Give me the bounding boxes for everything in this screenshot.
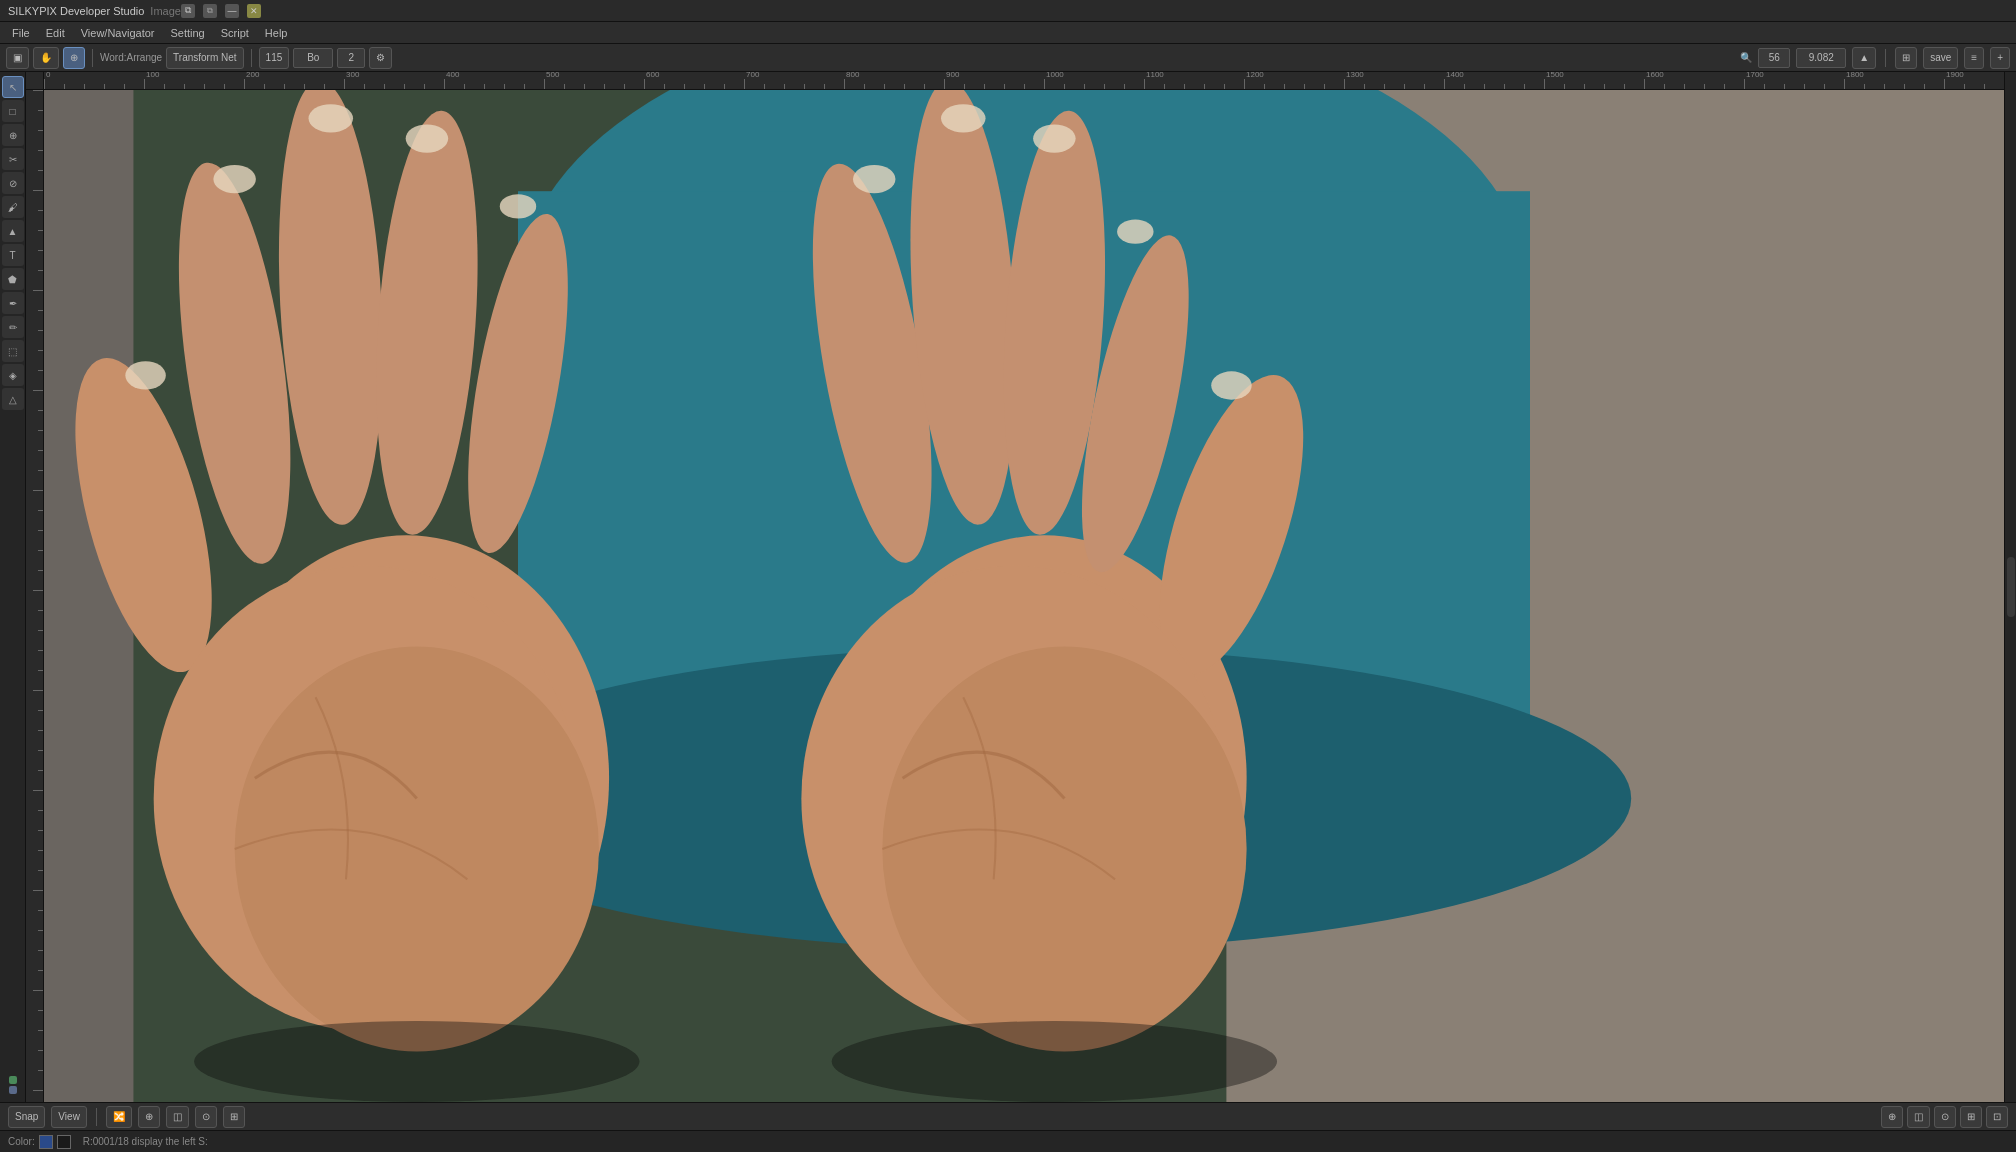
options-bar: ▣ ✋ ⊕ Word:Arrange Transform Net 115 ⚙ 🔍…	[0, 44, 2016, 72]
right-panel	[2004, 72, 2016, 1102]
menu-setting[interactable]: Setting	[162, 25, 212, 41]
info-section: R:0001/18 display the left S:	[83, 1136, 208, 1147]
zoom-input[interactable]	[1758, 48, 1790, 68]
maximize-button[interactable]: ⧉	[203, 4, 217, 18]
app-title: SILKYPIX Developer Studio	[8, 5, 144, 17]
color-label: Color:	[8, 1136, 35, 1147]
app-subtitle: Image	[150, 5, 181, 17]
crop-btn[interactable]: ✂	[2, 148, 24, 170]
value-input[interactable]	[1796, 48, 1846, 68]
menu-edit[interactable]: Edit	[38, 25, 73, 41]
svg-point-33	[832, 1021, 1277, 1102]
text-btn[interactable]: T	[2, 244, 24, 266]
title-bar: SILKYPIX Developer Studio Image ⧉ ⧉ — ✕	[0, 0, 2016, 22]
menu-file[interactable]: File	[4, 25, 38, 41]
vertical-ruler	[26, 90, 44, 1102]
svg-point-31	[1211, 371, 1251, 399]
minimize-button[interactable]: ⧉	[181, 4, 195, 18]
pen-btn[interactable]: ✒	[2, 292, 24, 314]
transform-btn[interactable]: Transform Net	[166, 47, 244, 69]
svg-point-14	[125, 361, 165, 389]
word-arrange-label: Word:Arrange	[100, 52, 162, 63]
menu-help[interactable]: Help	[257, 25, 296, 41]
shuffle-btn[interactable]: 🔀	[106, 1106, 132, 1128]
right-target-btn[interactable]: ⊙	[1934, 1106, 1956, 1128]
window-controls: ⧉ ⧉ — ✕	[181, 4, 261, 18]
horizontal-ruler: // Will be rendered via JS below 0100200…	[44, 72, 2004, 90]
brush-btn[interactable]: 🖌	[2, 196, 24, 218]
main-area: ↖ □ ⊕ ✂ ⊘ 🖌 ▲ T ⬟ ✒ ✏ ⬚ ◈ △ // Will be r…	[0, 72, 2016, 1102]
gradient-btn[interactable]: ▲	[2, 220, 24, 242]
pencil-btn[interactable]: ✏	[2, 316, 24, 338]
dodge-btn[interactable]: ◈	[2, 364, 24, 386]
hand-tool-btn[interactable]: ✋	[33, 47, 59, 69]
settings-btn[interactable]: ⚙	[369, 47, 392, 69]
secondary-toolbar: Snap View 🔀 ⊕ ◫ ⊙ ⊞ ⊕ ◫ ⊙ ⊞ ⊡	[0, 1102, 2016, 1130]
panel-view-btn[interactable]: ◫	[166, 1106, 189, 1128]
status-bar: Color: R:0001/18 display the left S:	[0, 1130, 2016, 1152]
view-btn[interactable]: View	[51, 1106, 87, 1128]
scrollbar-thumb[interactable]	[2007, 557, 2015, 617]
svg-point-27	[853, 165, 896, 193]
rect-select-btn[interactable]: □	[2, 100, 24, 122]
heal-btn[interactable]: ⊘	[2, 172, 24, 194]
svg-point-28	[941, 104, 986, 132]
right-zoom-btn[interactable]: ⊕	[1881, 1106, 1903, 1128]
sep-4	[96, 1108, 97, 1126]
canvas-image	[44, 90, 2004, 1102]
panel-btn-3[interactable]: +	[1990, 47, 2010, 69]
grid-btn[interactable]: ⊞	[223, 1106, 245, 1128]
separator-3	[1885, 49, 1886, 67]
indicator-blue	[9, 1086, 17, 1094]
left-toolbox: ↖ □ ⊕ ✂ ⊘ 🖌 ▲ T ⬟ ✒ ✏ ⬚ ◈ △	[0, 72, 26, 1102]
info-text: R:0001/18 display the left S:	[83, 1136, 208, 1147]
close-button[interactable]: ✕	[247, 4, 261, 18]
right-panel-btn[interactable]: ◫	[1907, 1106, 1930, 1128]
cursor-tool-btn[interactable]: ↖	[2, 76, 24, 98]
shape-btn[interactable]: ⬟	[2, 268, 24, 290]
indicator-green	[9, 1076, 17, 1084]
color-swatch-bg[interactable]	[57, 1135, 71, 1149]
svg-point-29	[1033, 124, 1076, 152]
mask-btn[interactable]: 115	[259, 47, 290, 69]
zoom-icon: 🔍	[1740, 52, 1752, 63]
panel-btn-2[interactable]: ≡	[1964, 47, 1984, 69]
select-tool-btn[interactable]: ▣	[6, 47, 29, 69]
svg-point-15	[213, 165, 256, 193]
bold-input[interactable]	[293, 48, 333, 68]
svg-point-16	[309, 104, 354, 132]
right-rect-btn[interactable]: ⊡	[1986, 1106, 2008, 1128]
zoom-plus-btn[interactable]: ⊕	[138, 1106, 160, 1128]
restore-button[interactable]: —	[225, 4, 239, 18]
panel-btn-1[interactable]: ⊞	[1895, 47, 1917, 69]
menu-script[interactable]: Script	[213, 25, 257, 41]
svg-point-18	[500, 194, 536, 218]
ruler-corner	[26, 72, 44, 90]
color-section: Color:	[8, 1135, 71, 1149]
canvas-area[interactable]: // Will be rendered via JS below 0100200…	[26, 72, 2004, 1102]
expand-btn[interactable]: ▲	[1852, 47, 1876, 69]
menu-view[interactable]: View/Navigator	[73, 25, 163, 41]
svg-point-17	[406, 124, 449, 152]
clone-btn[interactable]: ⬚	[2, 340, 24, 362]
svg-point-32	[194, 1021, 639, 1102]
zoom-tool-btn[interactable]: ⊕	[63, 47, 85, 69]
target-btn[interactable]: ⊙	[195, 1106, 217, 1128]
color-swatch-fg[interactable]	[39, 1135, 53, 1149]
separator-1	[92, 49, 93, 67]
canvas-image-container[interactable]	[44, 90, 2004, 1102]
menu-bar: File Edit View/Navigator Setting Script …	[0, 22, 2016, 44]
right-grid-btn[interactable]: ⊞	[1960, 1106, 1982, 1128]
separator-2	[251, 49, 252, 67]
save-btn[interactable]: save	[1923, 47, 1958, 69]
svg-point-30	[1117, 220, 1153, 244]
hands-svg	[44, 90, 2004, 1102]
zoom-btn[interactable]: ⊕	[2, 124, 24, 146]
number-input[interactable]	[337, 48, 365, 68]
smudge-btn[interactable]: △	[2, 388, 24, 410]
snap-btn[interactable]: Snap	[8, 1106, 45, 1128]
